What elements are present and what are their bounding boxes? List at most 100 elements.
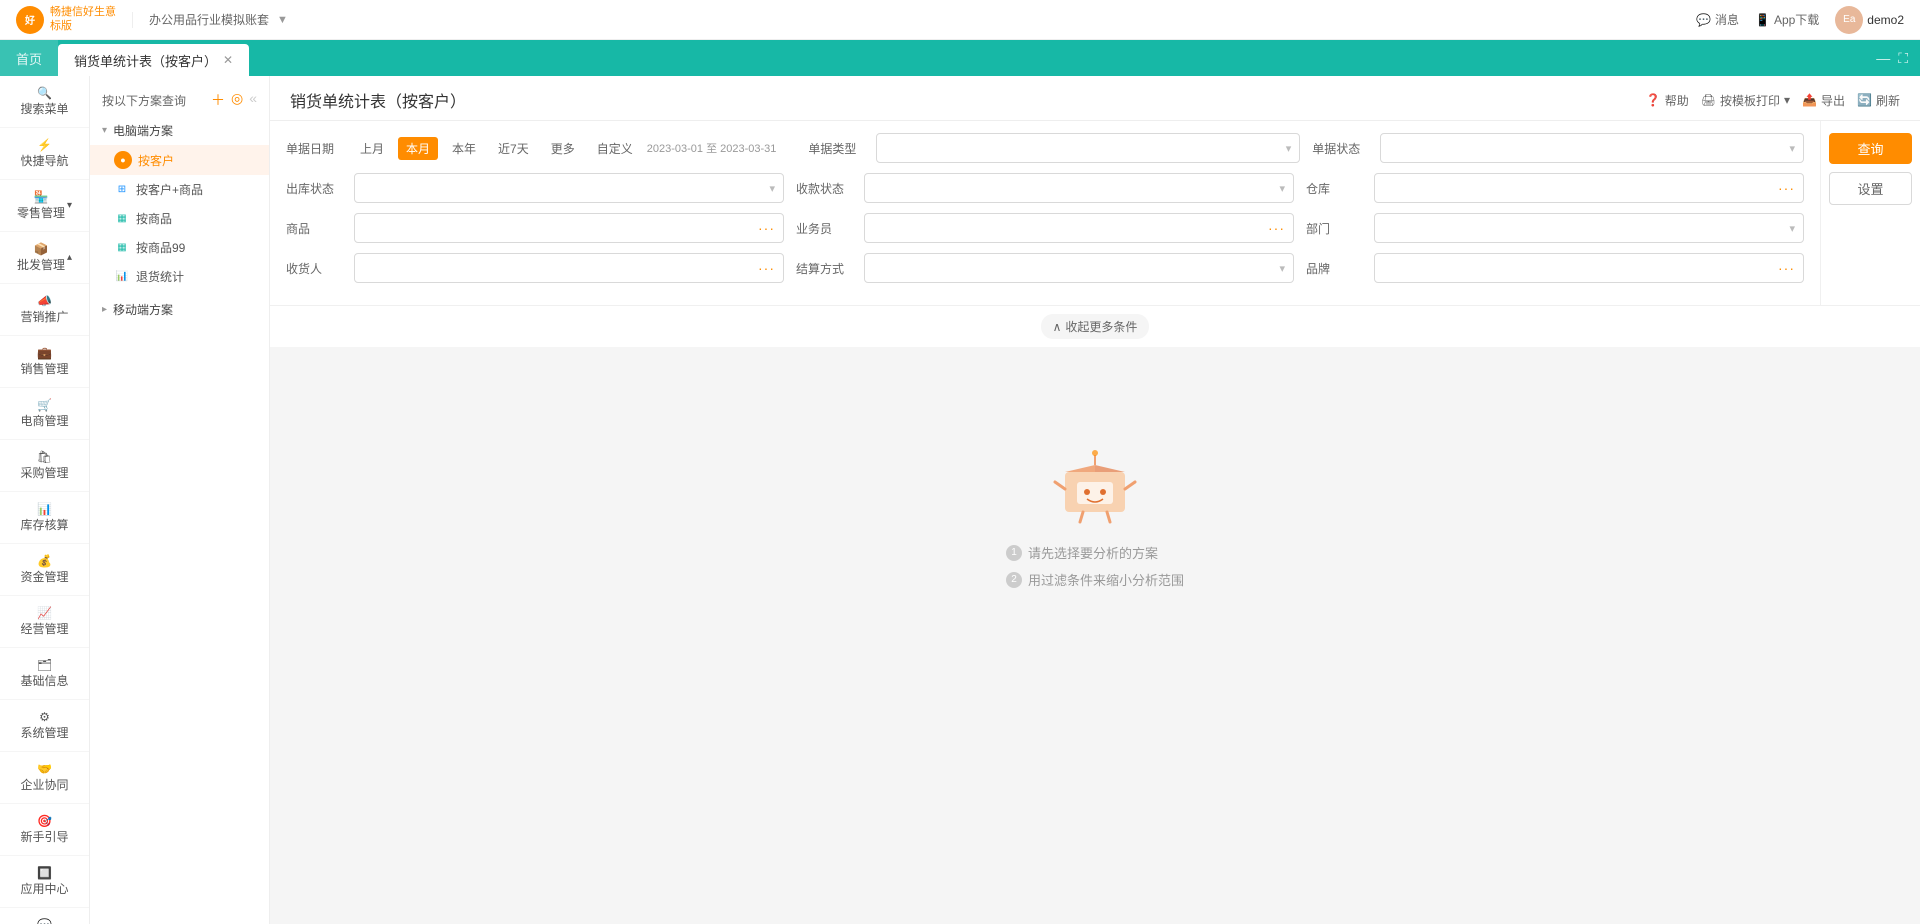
add-scheme-icon[interactable]: ＋ — [211, 90, 225, 110]
date-group: 上月 本月 本年 近7天 更多 自定义 — [352, 137, 641, 160]
chevron-down-icon: ▾ — [1279, 262, 1285, 275]
dots-icon: ··· — [1778, 260, 1795, 276]
sidebar-item-finance[interactable]: 💰 资金管理 — [0, 544, 89, 596]
refresh-button[interactable]: 🔄 刷新 — [1857, 92, 1900, 109]
sidebar-item-purchase[interactable]: 🛍 采购管理 — [0, 440, 89, 492]
refresh-icon: 🔄 — [1857, 93, 1872, 107]
goods-label: 商品 — [286, 220, 346, 237]
filter-goods-col: 商品 ··· — [286, 213, 784, 243]
chevron-down-icon: ▾ — [1789, 222, 1795, 235]
date-custom[interactable]: 自定义 — [589, 137, 641, 160]
tree-item-goods99[interactable]: ▦ 按商品99 — [90, 233, 269, 262]
sidebar-item-wechat[interactable]: 💬 企业微信 — [0, 908, 89, 924]
date-prev-month[interactable]: 上月 — [352, 137, 392, 160]
chevron-down-icon: ▾ — [769, 182, 775, 195]
staff-select[interactable]: ··· — [864, 213, 1294, 243]
consignee-select[interactable]: ··· — [354, 253, 784, 283]
collapse-panel-icon[interactable]: « — [249, 90, 257, 110]
sidebar-item-ecommerce[interactable]: 🛒 电商管理 — [0, 388, 89, 440]
tree-item-customer-goods[interactable]: ⊞ 按客户+商品 — [90, 175, 269, 204]
tree-parent-pc[interactable]: ▾ 电脑端方案 — [90, 116, 269, 145]
recv-status-select[interactable]: ▾ — [864, 173, 1294, 203]
type-select[interactable]: ▾ — [876, 133, 1300, 163]
dept-label: 部门 — [1306, 220, 1366, 237]
message-icon: 💬 — [1696, 13, 1711, 27]
app-download-button[interactable]: 📱 App下载 — [1755, 11, 1819, 28]
sidebar-item-nav[interactable]: ⚡ 快捷导航 — [0, 128, 89, 180]
staff-label: 业务员 — [796, 220, 856, 237]
date-more[interactable]: 更多 — [543, 137, 583, 160]
filter-settle-col: 结算方式 ▾ — [796, 253, 1294, 283]
topbar-right: 💬 消息 📱 App下载 Ea demo2 — [1696, 6, 1904, 34]
logo-area: 好 畅捷信好生意 标版 — [16, 6, 116, 34]
empty-state: 1 请先选择要分析的方案 2 用过滤条件来缩小分析范围 — [270, 347, 1920, 677]
user-name: demo2 — [1867, 13, 1904, 27]
sidebar-item-apps[interactable]: 🔲 应用中心 — [0, 856, 89, 908]
setting-button[interactable]: 设置 — [1829, 172, 1912, 205]
sidebar-item-guide[interactable]: 🎯 新手引导 — [0, 804, 89, 856]
query-button[interactable]: 查询 — [1829, 133, 1912, 164]
message-button[interactable]: 💬 消息 — [1696, 11, 1739, 28]
edit-scheme-icon[interactable]: ◎ — [231, 90, 243, 110]
sidebar-item-wholesale[interactable]: 📦 批发管理 ▴ — [0, 232, 89, 284]
tab-sales-stats[interactable]: 销货单统计表（按客户） ✕ — [58, 44, 249, 76]
sidebar-item-basics[interactable]: 🗂 基础信息 — [0, 648, 89, 700]
filter-row-3: 商品 ··· 业务员 ··· — [286, 213, 1804, 243]
phone-icon: 📱 — [1755, 13, 1770, 27]
help-button[interactable]: ❓ 帮助 — [1646, 92, 1689, 109]
sidebar-item-sales[interactable]: 💼 销售管理 — [0, 336, 89, 388]
collapse-button[interactable]: ∧ 收起更多条件 — [1041, 314, 1150, 339]
content: 销货单统计表（按客户） ❓ 帮助 🖨 按模板打印 ▾ 📤 导出 🔄 刷新 — [270, 76, 1920, 924]
filter-type-col: 单据类型 ▾ — [808, 133, 1300, 163]
date-7days[interactable]: 近7天 — [490, 137, 537, 160]
left-panel: 按以下方案查询 ＋ ◎ « ▾ 电脑端方案 ● 按客户 ⊞ 按客户+商品 ▦ 按… — [90, 76, 270, 924]
help-icon: ❓ — [1646, 93, 1661, 107]
sidebar-item-marketing[interactable]: 📣 营销推广 — [0, 284, 89, 336]
warehouse-select[interactable]: ··· — [1374, 173, 1804, 203]
goods-select[interactable]: ··· — [354, 213, 784, 243]
minimize-icon[interactable]: — — [1876, 50, 1890, 66]
filter-status-col: 单据状态 ▾ — [1312, 133, 1804, 163]
filter-recvstatus-col: 收款状态 ▾ — [796, 173, 1294, 203]
tabbar-right: — ⛶ — [1876, 50, 1920, 67]
dots-icon: ··· — [758, 260, 775, 276]
tree-item-return-stats[interactable]: 📊 退货统计 — [90, 262, 269, 291]
sidebar-item-system[interactable]: ⚙ 系统管理 — [0, 700, 89, 752]
chevron-down-icon: ▾ — [67, 200, 72, 211]
dots-icon: ··· — [1778, 180, 1795, 196]
export-button[interactable]: 📤 导出 — [1802, 92, 1845, 109]
panel-header: 按以下方案查询 ＋ ◎ « — [90, 84, 269, 116]
collapse-row: ∧ 收起更多条件 — [270, 305, 1920, 347]
sidebar: 🔍 搜索菜单 ⚡ 快捷导航 🏪 零售管理 ▾ 📦 批发管理 ▴ 📣 营销推广 — [0, 76, 90, 924]
chevron-down-icon: ▾ — [1279, 182, 1285, 195]
sidebar-item-inventory[interactable]: 📊 库存核算 — [0, 492, 89, 544]
filter-row-2: 出库状态 ▾ 收款状态 ▾ — [286, 173, 1804, 203]
tab-home[interactable]: 首页 — [0, 40, 58, 76]
tab-close-icon[interactable]: ✕ — [223, 53, 233, 67]
filter-dept-col: 部门 ▾ — [1306, 213, 1804, 243]
date-this-year[interactable]: 本年 — [444, 137, 484, 160]
sidebar-item-management[interactable]: 📈 经营管理 — [0, 596, 89, 648]
maximize-icon[interactable]: ⛶ — [1898, 50, 1908, 67]
brand-label: 品牌 — [1306, 260, 1366, 277]
status-select[interactable]: ▾ — [1380, 133, 1804, 163]
collapse-icon: ∧ — [1053, 320, 1062, 334]
sidebar-item-search[interactable]: 🔍 搜索菜单 — [0, 76, 89, 128]
date-this-month[interactable]: 本月 — [398, 137, 438, 160]
filter-row-4: 收货人 ··· 结算方式 ▾ — [286, 253, 1804, 283]
topbar-dropdown[interactable]: ▼ — [277, 14, 288, 26]
filter-date-col: 单据日期 上月 本月 本年 近7天 更多 自定义 2023-03-01 至 20… — [286, 137, 776, 160]
tree-parent-mobile[interactable]: ▸ 移动端方案 — [90, 295, 269, 324]
circle-icon: ● — [114, 151, 132, 169]
sidebar-item-retail[interactable]: 🏪 零售管理 ▾ — [0, 180, 89, 232]
sidebar-item-collab[interactable]: 🤝 企业协同 — [0, 752, 89, 804]
brand-select[interactable]: ··· — [1374, 253, 1804, 283]
settle-select[interactable]: ▾ — [864, 253, 1294, 283]
out-status-select[interactable]: ▾ — [354, 173, 784, 203]
user-area[interactable]: Ea demo2 — [1835, 6, 1904, 34]
type-label: 单据类型 — [808, 140, 868, 157]
print-button[interactable]: 🖨 按模板打印 ▾ — [1701, 92, 1790, 109]
dept-select[interactable]: ▾ — [1374, 213, 1804, 243]
tree-item-goods[interactable]: ▦ 按商品 — [90, 204, 269, 233]
tree-item-by-customer[interactable]: ● 按客户 — [90, 145, 269, 175]
